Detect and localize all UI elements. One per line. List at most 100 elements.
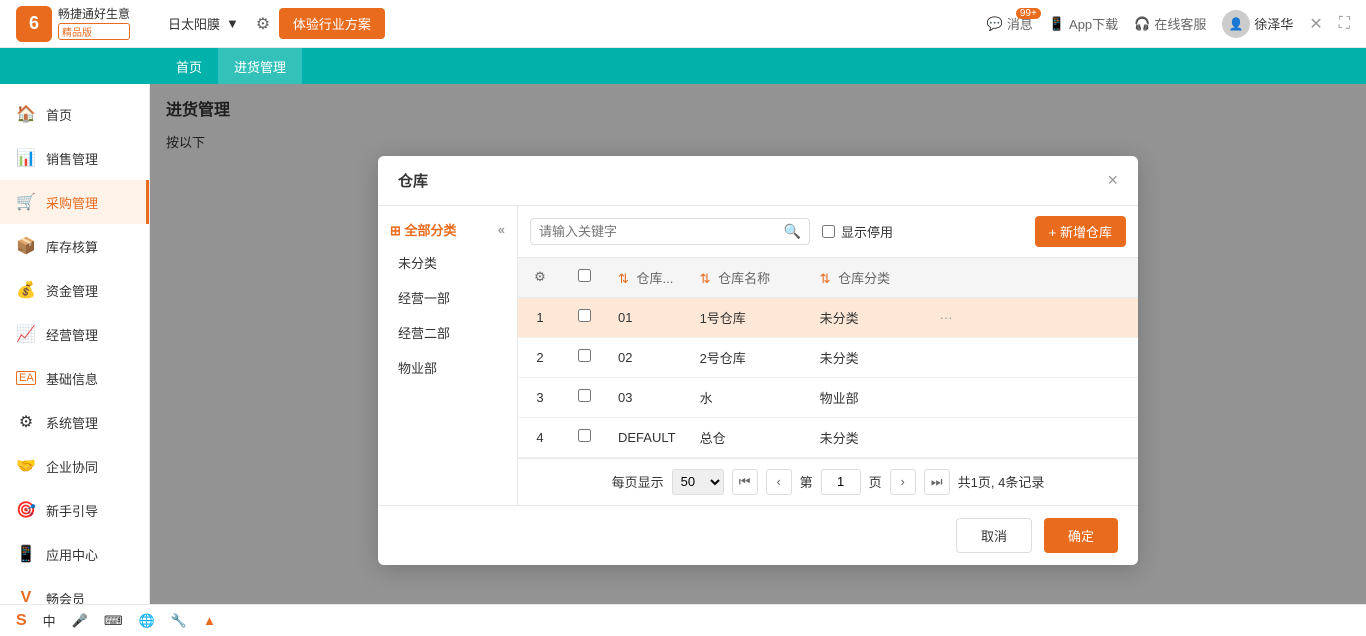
- finance-icon: 💰: [16, 280, 36, 300]
- logo-badge: 精品版: [58, 23, 130, 40]
- td-row-num-1: 1: [518, 297, 562, 337]
- th-actions: [928, 258, 1138, 298]
- td-code-1: 01: [606, 297, 688, 337]
- td-check-4[interactable]: [562, 417, 606, 457]
- show-disabled-checkbox[interactable]: [822, 225, 835, 238]
- sidebar-item-operations[interactable]: 📈 经营管理: [0, 312, 149, 356]
- online-service-group[interactable]: 🎧 在线客服: [1134, 14, 1206, 33]
- td-more-3[interactable]: [928, 377, 1138, 417]
- modal-title: 仓库: [398, 170, 428, 191]
- sidebar-item-enterprise[interactable]: 🤝 企业协同: [0, 444, 149, 488]
- per-page-select[interactable]: 50 20 100: [672, 469, 724, 495]
- home-icon: 🏠: [16, 104, 36, 124]
- td-more-2[interactable]: [928, 337, 1138, 377]
- modal-sidebar-header: ⊞ 全部分类 «: [378, 214, 517, 245]
- table-body: 1 01 1号仓库 未分类 ··· 2: [518, 297, 1138, 457]
- modal-main-content: 🔍 显示停用 + 新增仓库: [518, 206, 1138, 505]
- table-header-row: ⚙ ⇅ 仓库...: [518, 258, 1138, 298]
- table-row[interactable]: 4 DEFAULT 总仓 未分类: [518, 417, 1138, 457]
- content-area: 进货管理 按以下 仓库 × ⊞ 全部分类 «: [150, 84, 1366, 636]
- topbar-right: 💬 消息 99+ 📱 App下载 🎧 在线客服 👤 徐泽华 ✕ ⛶: [987, 10, 1350, 38]
- add-warehouse-button[interactable]: + 新增仓库: [1035, 216, 1126, 247]
- th-category[interactable]: ⇅ 仓库分类: [808, 258, 928, 298]
- sidebar-item-guide[interactable]: 🎯 新手引导: [0, 488, 149, 532]
- window-fullscreen-icon[interactable]: ⛶: [1339, 15, 1350, 33]
- purchase-icon: 🛒: [16, 192, 36, 212]
- table-header: ⚙ ⇅ 仓库...: [518, 258, 1138, 298]
- more-icon-1[interactable]: ···: [940, 310, 953, 325]
- confirm-button[interactable]: 确定: [1044, 518, 1118, 553]
- first-page-button[interactable]: ⏮: [732, 469, 758, 495]
- td-check-1[interactable]: [562, 297, 606, 337]
- system-icon: ⚙: [16, 412, 36, 432]
- sidebar-item-basic-info[interactable]: EA 基础信息: [0, 356, 149, 400]
- user-name: 徐泽华: [1254, 14, 1293, 33]
- table-row[interactable]: 2 02 2号仓库 未分类: [518, 337, 1138, 377]
- sidebar-item-apps[interactable]: 📱 应用中心: [0, 532, 149, 576]
- logo-icon: 6: [16, 6, 52, 42]
- sidebar-item-purchase[interactable]: 🛒 采购管理: [0, 180, 149, 224]
- status-icon-globe: 🌐: [139, 613, 155, 629]
- main-layout: 🏠 首页 📊 销售管理 🛒 采购管理 📦 库存核算 💰 资金管理 📈 经营管理 …: [0, 84, 1366, 636]
- per-page-label: 每页显示: [612, 472, 664, 491]
- warehouse-modal: 仓库 × ⊞ 全部分类 « 未分类: [378, 156, 1138, 565]
- nav-item-purchase[interactable]: 进货管理: [218, 48, 302, 84]
- sort-icon-name: ⇅: [700, 271, 711, 286]
- select-all-checkbox[interactable]: [578, 269, 591, 282]
- td-name-3: 水: [688, 377, 808, 417]
- td-more-1[interactable]: ···: [928, 297, 1138, 337]
- th-settings[interactable]: ⚙: [518, 258, 562, 298]
- settings-icon[interactable]: ⚙: [247, 8, 279, 40]
- td-row-num-2: 2: [518, 337, 562, 377]
- sidebar: 🏠 首页 📊 销售管理 🛒 采购管理 📦 库存核算 💰 资金管理 📈 经营管理 …: [0, 84, 150, 636]
- warehouse-table: ⚙ ⇅ 仓库...: [518, 258, 1138, 458]
- cancel-button[interactable]: 取消: [956, 518, 1032, 553]
- td-code-4: DEFAULT: [606, 417, 688, 457]
- table-row[interactable]: 3 03 水 物业部: [518, 377, 1138, 417]
- inventory-icon: 📦: [16, 236, 36, 256]
- experience-button[interactable]: 体验行业方案: [279, 8, 385, 39]
- modal-close-button[interactable]: ×: [1107, 171, 1118, 189]
- show-disabled-label[interactable]: 显示停用: [822, 222, 893, 241]
- avatar: 👤: [1222, 10, 1250, 38]
- search-input[interactable]: [539, 224, 778, 239]
- th-name[interactable]: ⇅ 仓库名称: [688, 258, 808, 298]
- table-row[interactable]: 1 01 1号仓库 未分类 ···: [518, 297, 1138, 337]
- modal-sidebar-item-dept2[interactable]: 经营二部: [378, 315, 517, 350]
- user-group[interactable]: 👤 徐泽华: [1222, 10, 1293, 38]
- modal-sidebar-item-dept1[interactable]: 经营一部: [378, 280, 517, 315]
- page-input[interactable]: [821, 469, 861, 495]
- td-check-2[interactable]: [562, 337, 606, 377]
- td-category-3: 物业部: [808, 377, 928, 417]
- message-badge: 99+: [1016, 8, 1041, 19]
- sidebar-item-finance[interactable]: 💰 资金管理: [0, 268, 149, 312]
- page-label: 第: [800, 472, 813, 491]
- th-checkbox[interactable]: [562, 258, 606, 298]
- window-close-icon[interactable]: ✕: [1309, 14, 1322, 34]
- last-page-button[interactable]: ⏭: [924, 469, 950, 495]
- prev-page-button[interactable]: ‹: [766, 469, 792, 495]
- status-icon-mic: 🎤: [72, 613, 88, 629]
- sidebar-item-inventory[interactable]: 📦 库存核算: [0, 224, 149, 268]
- sidebar-item-sales[interactable]: 📊 销售管理: [0, 136, 149, 180]
- logo: 6 畅捷通好生意 精品版: [16, 6, 136, 42]
- sidebar-item-home[interactable]: 🏠 首页: [0, 92, 149, 136]
- th-code[interactable]: ⇅ 仓库...: [606, 258, 688, 298]
- td-more-4[interactable]: [928, 417, 1138, 457]
- modal-body: ⊞ 全部分类 « 未分类 经营一部 经营二部 物业部: [378, 206, 1138, 505]
- sort-icon-category: ⇅: [820, 271, 831, 286]
- modal-sidebar-item-property[interactable]: 物业部: [378, 350, 517, 385]
- modal-toolbar: 🔍 显示停用 + 新增仓库: [518, 206, 1138, 258]
- message-group[interactable]: 💬 消息 99+: [987, 14, 1033, 33]
- next-page-button[interactable]: ›: [890, 469, 916, 495]
- td-code-2: 02: [606, 337, 688, 377]
- modal-sidebar: ⊞ 全部分类 « 未分类 经营一部 经营二部 物业部: [378, 206, 518, 505]
- td-check-3[interactable]: [562, 377, 606, 417]
- search-icon: 🔍: [784, 223, 801, 240]
- collapse-icon[interactable]: «: [498, 222, 505, 237]
- sidebar-item-system[interactable]: ⚙ 系统管理: [0, 400, 149, 444]
- app-download-group[interactable]: 📱 App下载: [1049, 14, 1118, 33]
- modal-sidebar-item-unclassified[interactable]: 未分类: [378, 245, 517, 280]
- company-selector[interactable]: 日太阳膜 ▼: [160, 10, 247, 37]
- nav-item-home[interactable]: 首页: [160, 48, 218, 84]
